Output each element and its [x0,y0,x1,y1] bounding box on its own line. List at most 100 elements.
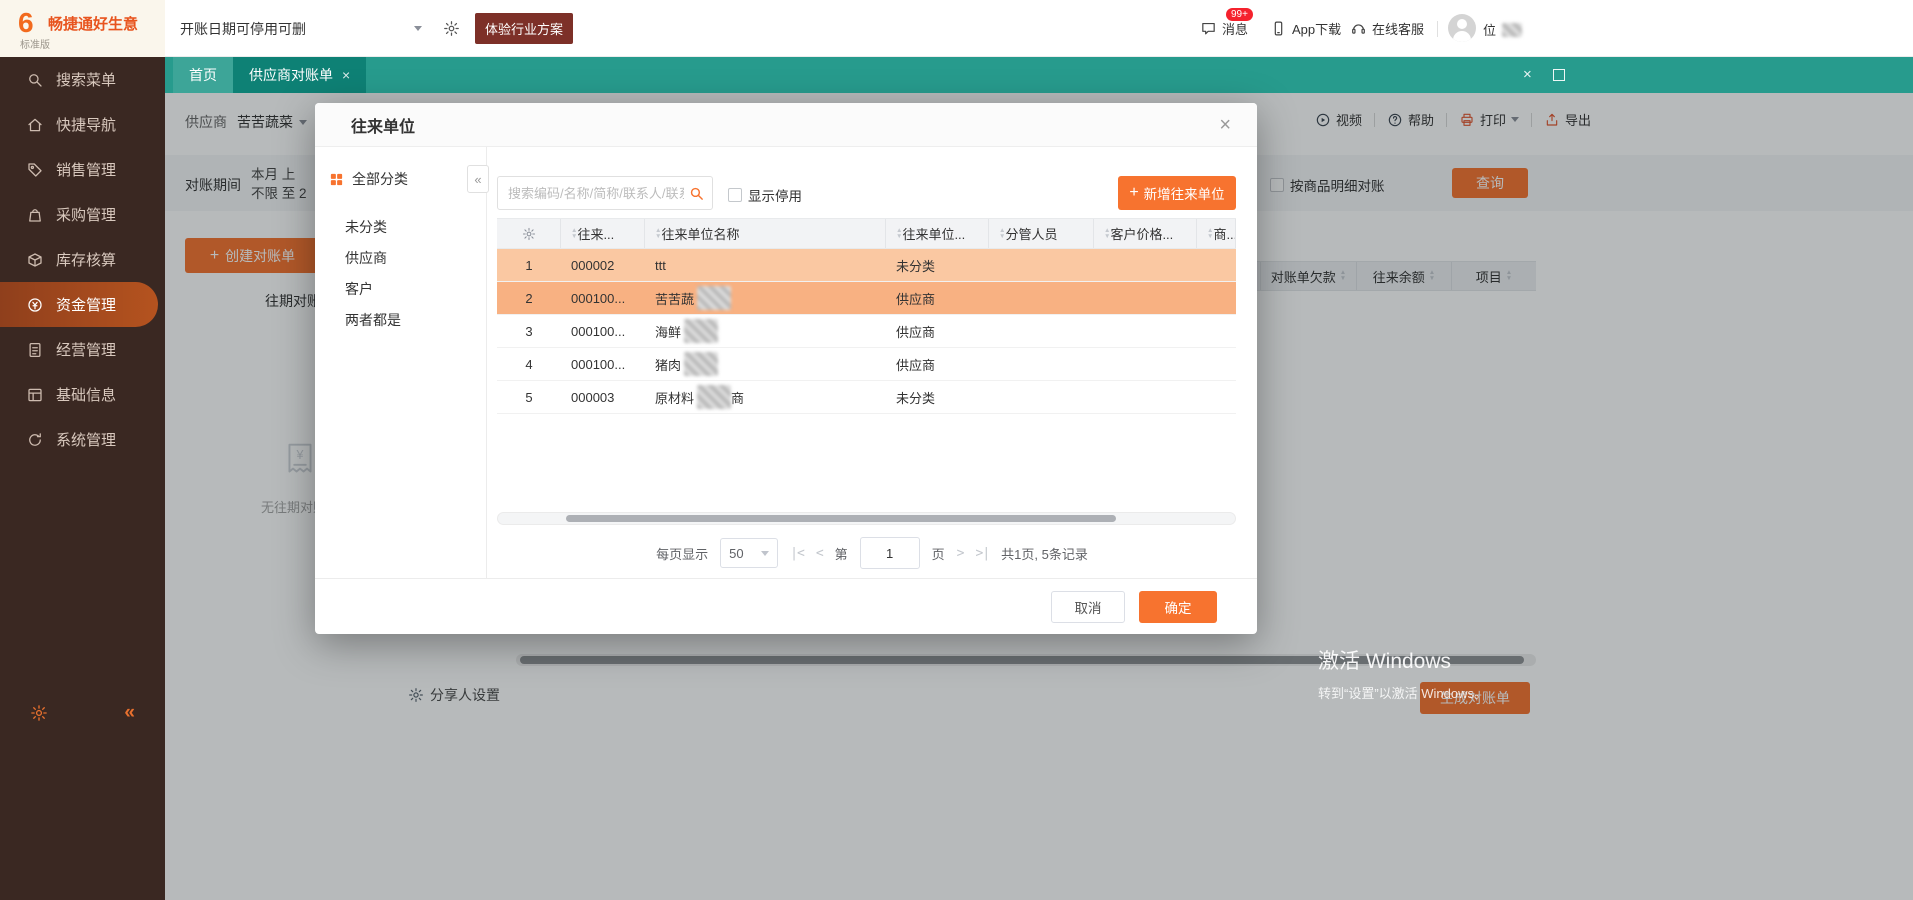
sidebar-item-operations[interactable]: 经营管理 [0,327,165,372]
column-header-name[interactable]: 往来单位名称 [645,219,886,248]
page-prefix-label: 第 [834,546,848,562]
sidebar-item-sales[interactable]: 销售管理 [0,147,165,192]
partner-table-header: 往来... 往来单位名称 往来单位... 分管人员 客户价格... 商... [497,218,1236,249]
sidebar-item-inventory[interactable]: 库存核算 [0,237,165,282]
blur-patch [697,385,732,409]
page-number-input[interactable] [859,537,920,569]
messages-label: 消息 [1222,22,1249,37]
sidebar-item-label: 销售管理 [56,162,117,179]
partner-name: 原材料 商 [645,381,886,413]
modal-horizontal-scrollbar [497,512,1236,525]
partner-price [1094,249,1197,281]
table-row[interactable]: 3 000100... 海鲜 供应商 [497,315,1236,348]
add-partner-button[interactable]: + 新增往来单位 [1118,176,1236,210]
partner-manager [989,381,1094,413]
category-item-customer[interactable]: 客户 [315,273,486,304]
table-row[interactable]: 5 000003 原材料 商 未分类 [497,381,1236,414]
app-download-button[interactable]: App下载 [1270,0,1341,57]
cancel-button[interactable]: 取消 [1051,590,1125,623]
partner-code: 000003 [571,389,615,405]
category-panel: 全部分类 « 未分类 供应商 客户 两者都是 [315,147,489,578]
partner-name-text: 苦苦蔬 [655,291,695,307]
table-row[interactable]: 1 000002 ttt 未分类 [497,249,1236,282]
partner-type: 未分类 [896,390,936,406]
sidebar-collapse-icon[interactable]: « [124,702,135,724]
first-page-icon[interactable]: |< [790,546,805,561]
sidebar-item-funds[interactable]: 资金管理 [0,282,158,327]
sidebar-item-purchase[interactable]: 采购管理 [0,192,165,237]
messages-button[interactable]: 消息 99+ [1200,0,1253,57]
gear-icon[interactable] [443,20,460,37]
column-settings-gear-icon[interactable] [497,219,561,248]
column-label: 往来单位... [902,227,966,242]
table-row[interactable]: 2 000100... 苦苦蔬 供应商 [497,282,1236,315]
chevron-down-icon [761,550,770,556]
sidebar-item-system[interactable]: 系统管理 [0,417,165,462]
table-row[interactable]: 4 000100... 猪肉 供应商 [497,348,1236,381]
tab-home[interactable]: 首页 [173,57,233,93]
close-icon[interactable]: × [1219,115,1231,135]
category-item-supplier[interactable]: 供应商 [315,242,486,273]
category-item-uncategorized[interactable]: 未分类 [315,211,486,242]
settings-gear-icon[interactable] [30,704,48,722]
logo-icon: 6 [18,7,34,38]
pagination: 每页显示 50 |< < 第 页 > >| 共1页, 5条记录 [487,537,1257,569]
scrollbar-thumb[interactable] [566,515,1116,522]
column-label: 往来... [577,227,615,242]
tab-close-icon[interactable]: × [342,68,350,82]
coin-icon [26,296,44,314]
trial-industry-button[interactable]: 体验行业方案 [475,13,573,44]
online-service-button[interactable]: 在线客服 [1350,0,1424,57]
prev-page-icon[interactable]: < [816,546,824,561]
grid-icon [330,173,343,185]
category-item-both[interactable]: 两者都是 [315,304,486,335]
sidebar-item-search-menu[interactable]: 搜索菜单 [0,57,165,102]
fullscreen-icon[interactable] [1553,69,1565,81]
page-suffix-label: 页 [931,546,945,562]
edition-label: 标准版 [20,40,50,51]
sidebar-item-quick-nav[interactable]: 快捷导航 [0,102,165,147]
user-avatar[interactable] [1448,14,1476,42]
last-page-icon[interactable]: >| [976,546,991,561]
partner-search-box [497,176,713,210]
tabbar: 首页 供应商对账单 × × [165,57,1913,93]
column-label: 客户价格... [1110,227,1174,242]
column-header-type[interactable]: 往来单位... [886,219,989,248]
column-header-manager[interactable]: 分管人员 [989,219,1094,248]
account-period-select[interactable]: 开账日期可停用可删 [180,0,422,57]
confirm-button[interactable]: 确定 [1139,590,1217,623]
panel-collapse-icon[interactable]: « [467,165,489,193]
column-header-code[interactable]: 往来... [561,219,645,248]
column-label: 商... [1213,227,1236,242]
blur-patch [1502,22,1523,37]
trial-button-label: 体验行业方案 [484,22,563,37]
partner-more [1197,381,1236,413]
per-page-value: 50 [729,545,744,561]
partner-name-text: ttt [655,257,666,273]
column-header-price[interactable]: 客户价格... [1094,219,1197,248]
search-input[interactable] [498,177,712,209]
category-all[interactable]: 全部分类 [329,169,408,189]
partner-name: 海鲜 [645,315,886,347]
per-page-select[interactable]: 50 [720,538,779,568]
partner-price [1094,315,1197,347]
logo-text: 畅捷通好生意 [48,16,139,33]
partner-more [1197,315,1236,347]
phone-icon [1270,20,1287,37]
app-download-label: App下载 [1292,22,1342,37]
search-icon[interactable] [688,185,705,202]
user-name[interactable]: 位 [1483,20,1523,39]
show-disabled-checkbox[interactable]: 显示停用 [728,185,802,205]
chevron-down-icon [414,26,422,31]
tab-supplier-statement[interactable]: 供应商对账单 × [233,57,367,93]
price-tag-icon [26,161,44,179]
divider [1437,21,1438,37]
close-all-tabs-icon[interactable]: × [1523,67,1532,82]
sidebar-item-base-info[interactable]: 基础信息 [0,372,165,417]
account-period-label: 开账日期可停用可删 [180,20,306,37]
category-all-label: 全部分类 [352,171,408,187]
box-icon [26,251,44,269]
partner-name-suffix: 商 [731,390,745,406]
next-page-icon[interactable]: > [957,546,965,561]
column-header-more[interactable]: 商... [1197,219,1236,248]
